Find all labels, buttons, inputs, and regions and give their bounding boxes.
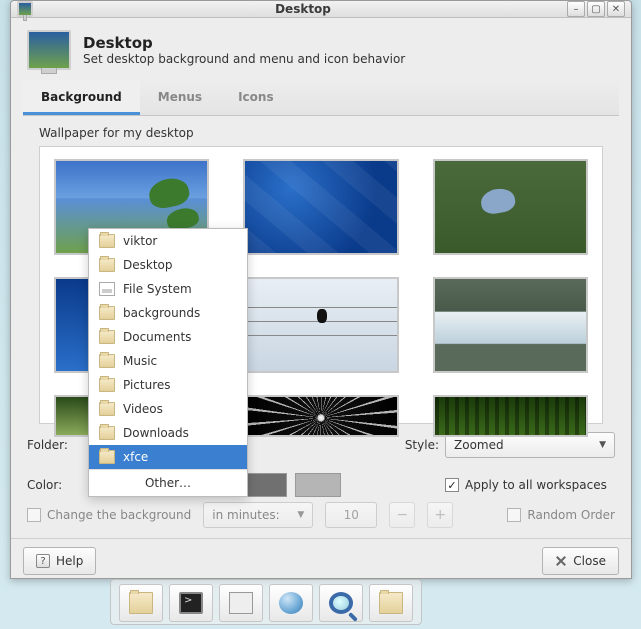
folder-icon <box>99 234 115 248</box>
dock-browser[interactable] <box>269 584 313 622</box>
document-icon <box>229 592 253 614</box>
checkbox-icon[interactable] <box>27 508 41 522</box>
folder-menu-item[interactable]: Pictures <box>89 373 247 397</box>
wallpaper-thumb[interactable] <box>433 277 588 373</box>
desktop-icon <box>27 30 71 70</box>
chevron-down-icon: ▼ <box>599 440 606 450</box>
change-label: Change the background <box>47 508 191 522</box>
window-title: Desktop <box>39 2 567 16</box>
change-background-check[interactable]: Change the background <box>27 508 191 522</box>
tab-icons[interactable]: Icons <box>220 80 292 115</box>
wallpaper-thumb[interactable] <box>433 395 588 437</box>
folder-menu-item[interactable]: File System <box>89 277 247 301</box>
dock-file-manager[interactable] <box>119 584 163 622</box>
folder-icon <box>99 450 115 464</box>
tabs: Background Menus Icons <box>23 80 619 116</box>
random-label: Random Order <box>527 508 615 522</box>
folder-menu-item[interactable]: Downloads <box>89 421 247 445</box>
folder-menu-item[interactable]: viktor <box>89 229 247 253</box>
folder-icon <box>129 592 153 614</box>
checkbox-icon[interactable] <box>507 508 521 522</box>
random-order-check[interactable]: Random Order <box>507 508 615 522</box>
dock-search[interactable] <box>319 584 363 622</box>
change-interval-spin[interactable]: 10 <box>325 502 377 528</box>
dock-editor[interactable] <box>219 584 263 622</box>
wallpaper-thumb[interactable] <box>243 395 398 437</box>
folder-menu-item[interactable]: Music <box>89 349 247 373</box>
close-icon <box>555 555 567 567</box>
maximize-button[interactable]: ▢ <box>587 1 605 17</box>
dock-terminal[interactable] <box>169 584 213 622</box>
page-subtitle: Set desktop background and menu and icon… <box>83 52 405 66</box>
folder-icon <box>99 354 115 368</box>
decrement-button[interactable]: − <box>389 502 415 528</box>
folder-icon <box>99 402 115 416</box>
folder-icon <box>99 378 115 392</box>
window-icon <box>17 1 33 17</box>
folder-icon <box>99 258 115 272</box>
change-unit-combo[interactable]: in minutes: ▼ <box>203 502 313 528</box>
folder-menu-item[interactable]: Documents <box>89 325 247 349</box>
dock <box>110 579 422 625</box>
tab-background[interactable]: Background <box>23 80 140 115</box>
folder-icon <box>99 306 115 320</box>
folder-menu-item-selected[interactable]: xfce <box>89 445 247 469</box>
apply-label: Apply to all workspaces <box>465 478 607 492</box>
folder-icon <box>99 330 115 344</box>
page-title: Desktop <box>83 34 405 52</box>
change-unit-value: in minutes: <box>212 508 279 522</box>
dock-folder[interactable] <box>369 584 413 622</box>
wallpaper-label: Wallpaper for my desktop <box>39 126 603 140</box>
folder-icon <box>99 426 115 440</box>
close-window-button[interactable]: ✕ <box>607 1 625 17</box>
folder-icon <box>379 592 403 614</box>
style-label: Style: <box>385 438 445 452</box>
checkbox-icon[interactable] <box>445 478 459 492</box>
dialog-footer: ? Help Close <box>11 538 631 583</box>
tab-menus[interactable]: Menus <box>140 80 220 115</box>
increment-button[interactable]: + <box>427 502 453 528</box>
style-value: Zoomed <box>454 438 504 452</box>
apply-all-workspaces-check[interactable]: Apply to all workspaces <box>445 478 615 492</box>
color-swatch-secondary[interactable] <box>295 473 341 497</box>
drive-icon <box>99 282 115 296</box>
wallpaper-thumb[interactable] <box>243 159 398 255</box>
close-button[interactable]: Close <box>542 547 619 575</box>
terminal-icon <box>179 592 203 614</box>
color-label: Color: <box>27 478 81 492</box>
help-button[interactable]: ? Help <box>23 547 96 575</box>
help-icon: ? <box>36 554 50 568</box>
folder-menu-item[interactable]: Videos <box>89 397 247 421</box>
chevron-down-icon: ▼ <box>297 510 304 520</box>
wallpaper-thumb[interactable] <box>243 277 398 373</box>
header: Desktop Set desktop background and menu … <box>11 18 631 80</box>
search-icon <box>329 592 353 614</box>
folder-menu-item[interactable]: Desktop <box>89 253 247 277</box>
folder-menu[interactable]: viktor Desktop File System backgrounds D… <box>88 228 248 497</box>
folder-label: Folder: <box>27 438 81 452</box>
minimize-button[interactable]: – <box>567 1 585 17</box>
titlebar[interactable]: Desktop – ▢ ✕ <box>11 1 631 18</box>
wallpaper-thumb[interactable] <box>433 159 588 255</box>
folder-menu-other[interactable]: Other… <box>89 469 247 496</box>
folder-menu-item[interactable]: backgrounds <box>89 301 247 325</box>
globe-icon <box>279 592 303 614</box>
